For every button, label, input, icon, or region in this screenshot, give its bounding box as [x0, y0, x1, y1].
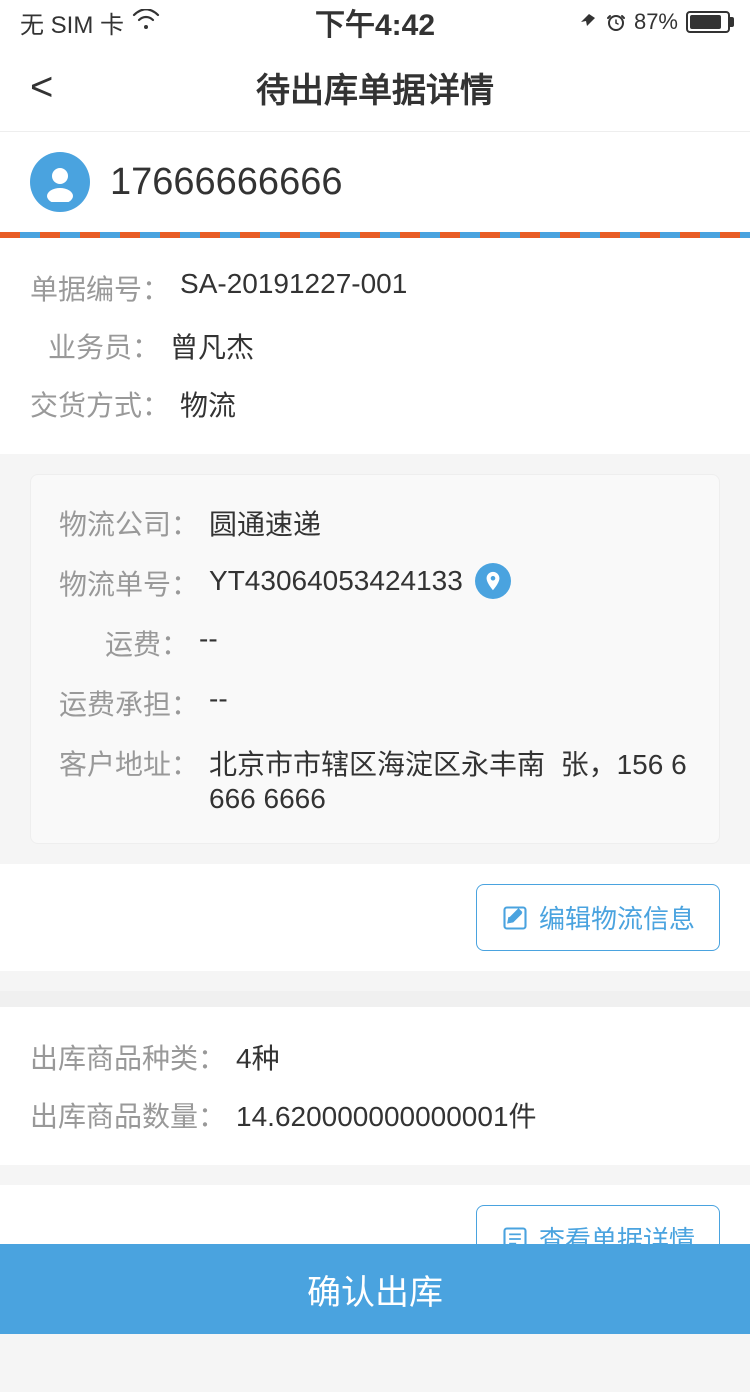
edit-logistics-button[interactable]: 编辑物流信息 [476, 884, 720, 951]
page-title: 待出库单据详情 [256, 63, 494, 112]
order-no-label: 单据编号： [30, 268, 180, 308]
goods-qty-label: 出库商品数量： [30, 1095, 236, 1135]
salesman-label: 业务员： [30, 326, 170, 366]
tracking-location-icon[interactable] [475, 563, 511, 599]
order-no-value: SA-20191227-001 [180, 268, 720, 300]
company-value: 圆通速递 [209, 503, 691, 543]
freight-row: 运费： -- [59, 623, 691, 663]
freight-bearer-row: 运费承担： -- [59, 683, 691, 723]
user-section: 17666666666 [0, 132, 750, 232]
confirm-btn-container[interactable]: 确认出库 [0, 1244, 750, 1334]
goods-section: 出库商品种类： 4种 出库商品数量： 14.620000000000001件 [0, 1007, 750, 1165]
wifi-icon [132, 8, 160, 36]
freight-label: 运费： [59, 623, 199, 663]
freight-bearer-value: -- [209, 683, 691, 715]
delivery-row: 交货方式： 物流 [30, 384, 720, 424]
edit-icon [501, 904, 529, 932]
salesman-value: 曾凡杰 [170, 326, 720, 366]
order-info-section: 单据编号： SA-20191227-001 业务员： 曾凡杰 交货方式： 物流 [0, 238, 750, 454]
battery-icon [686, 11, 730, 33]
user-icon [40, 162, 80, 202]
address-label: 客户地址： [59, 743, 209, 783]
logistics-card: 物流公司： 圆通速递 物流单号： YT43064053424133 运费： --… [30, 474, 720, 844]
freight-value: -- [199, 623, 691, 655]
battery-percent: 87% [634, 9, 678, 35]
delivery-value: 物流 [180, 384, 720, 424]
order-no-row: 单据编号： SA-20191227-001 [30, 268, 720, 308]
status-bar-time: 下午4:42 [315, 0, 435, 44]
goods-qty-row: 出库商品数量： 14.620000000000001件 [30, 1095, 720, 1135]
user-phone: 17666666666 [110, 161, 342, 204]
goods-type-value: 4种 [236, 1037, 720, 1077]
salesman-row: 业务员： 曾凡杰 [30, 326, 720, 366]
carrier-label: 无 SIM 卡 [20, 5, 124, 40]
address-value: 北京市市辖区海淀区永丰南 张，156 6666 6666 [209, 743, 691, 815]
address-row: 客户地址： 北京市市辖区海淀区永丰南 张，156 6666 6666 [59, 743, 691, 815]
delivery-label: 交货方式： [30, 384, 180, 424]
company-label: 物流公司： [59, 503, 209, 543]
goods-type-row: 出库商品种类： 4种 [30, 1037, 720, 1077]
edit-logistics-label: 编辑物流信息 [539, 899, 695, 936]
nav-bar: < 待出库单据详情 [0, 44, 750, 132]
avatar [30, 152, 90, 212]
company-row: 物流公司： 圆通速递 [59, 503, 691, 543]
status-bar-left: 无 SIM 卡 [20, 5, 160, 40]
tracking-row: 物流单号： YT43064053424133 [59, 563, 691, 603]
location-status-icon [580, 13, 598, 31]
tracking-label: 物流单号： [59, 563, 209, 603]
confirm-btn-label: 确认出库 [307, 1265, 443, 1314]
status-bar-right: 87% [580, 9, 730, 35]
back-button[interactable]: < [30, 65, 53, 110]
edit-btn-area: 编辑物流信息 [0, 864, 750, 971]
alarm-icon [606, 12, 626, 32]
tracking-value: YT43064053424133 [209, 563, 691, 599]
section-divider-1 [0, 991, 750, 1007]
goods-qty-value: 14.620000000000001件 [236, 1095, 720, 1135]
goods-type-label: 出库商品种类： [30, 1037, 236, 1077]
freight-bearer-label: 运费承担： [59, 683, 209, 723]
status-bar: 无 SIM 卡 下午4:42 87% [0, 0, 750, 44]
